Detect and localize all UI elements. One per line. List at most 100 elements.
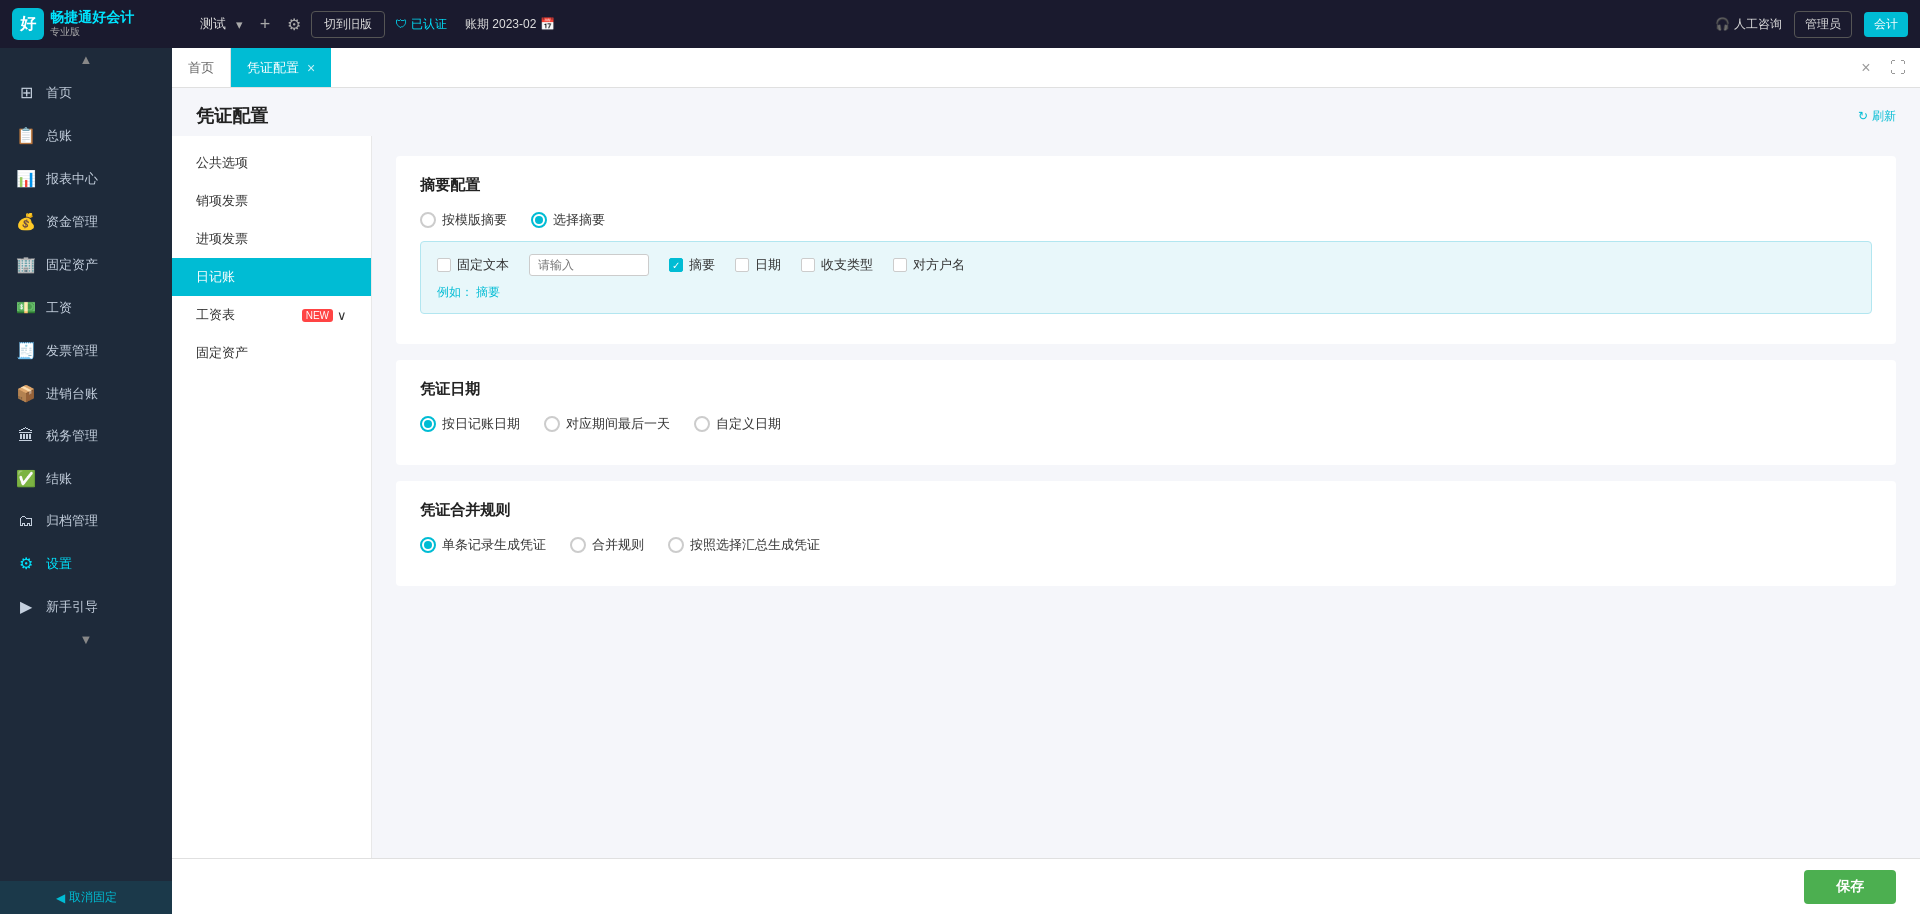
company-dropdown-icon[interactable]: ▾ <box>236 17 243 32</box>
fullscreen-button[interactable]: ⛶ <box>1884 54 1912 82</box>
sidebar-item-funds[interactable]: 💰 资金管理 <box>0 200 172 243</box>
sidebar-item-trade[interactable]: 📦 进销台账 <box>0 372 172 415</box>
salary-icon: 💵 <box>16 298 36 317</box>
left-nav-journal[interactable]: 日记账 <box>172 258 371 296</box>
date-section-title: 凭证日期 <box>420 380 1872 399</box>
save-button[interactable]: 保存 <box>1804 870 1896 904</box>
assets-icon: 🏢 <box>16 255 36 274</box>
date-checkbox[interactable] <box>735 258 749 272</box>
checkbox-fixed-text[interactable]: 固定文本 <box>437 256 509 274</box>
close-window-button[interactable]: × <box>1852 54 1880 82</box>
radio-select-summary[interactable]: 选择摘要 <box>531 211 605 229</box>
main-layout: ▲ ⊞ 首页 📋 总账 📊 报表中心 💰 资金管理 🏢 固定资产 💵 工资 🧾 … <box>0 48 1920 914</box>
tab-bar: 首页 凭证配置 × × ⛶ <box>172 48 1920 88</box>
logo-area: 好 畅捷通好会计 专业版 <box>12 8 182 40</box>
sidebar-item-ledger[interactable]: 📋 总账 <box>0 114 172 157</box>
radio-period-circle <box>544 416 560 432</box>
certified-badge: 🛡 已认证 <box>395 16 447 33</box>
sidebar-item-tax[interactable]: 🏛 税务管理 <box>0 415 172 457</box>
radio-merge-circle <box>570 537 586 553</box>
left-nav-fixed-assets[interactable]: 固定资产 <box>172 334 371 372</box>
summary-checkbox[interactable]: ✓ <box>669 258 683 272</box>
radio-aggregate[interactable]: 按照选择汇总生成凭证 <box>668 536 820 554</box>
radio-template-summary[interactable]: 按模版摘要 <box>420 211 507 229</box>
sidebar-item-assets[interactable]: 🏢 固定资产 <box>0 243 172 286</box>
radio-single-record[interactable]: 单条记录生成凭证 <box>420 536 546 554</box>
left-nav-sales-invoice[interactable]: 销项发票 <box>172 182 371 220</box>
sidebar: ▲ ⊞ 首页 📋 总账 📊 报表中心 💰 资金管理 🏢 固定资产 💵 工资 🧾 … <box>0 48 172 914</box>
admin-button[interactable]: 管理员 <box>1794 11 1852 38</box>
logo-text: 畅捷通好会计 专业版 <box>50 9 134 40</box>
topbar-right: 🎧 人工咨询 管理员 会计 <box>1715 11 1908 38</box>
settings-gear-icon[interactable]: ⚙ <box>287 15 301 34</box>
income-type-checkbox[interactable] <box>801 258 815 272</box>
company-name: 测试 <box>200 15 226 33</box>
refresh-button[interactable]: ↻ 刷新 <box>1858 108 1896 125</box>
radio-single-circle <box>420 537 436 553</box>
sidebar-item-close-account[interactable]: ✅ 结账 <box>0 457 172 500</box>
shield-icon: 🛡 <box>395 17 407 31</box>
example-text: 例如： 摘要 <box>437 284 1855 301</box>
radio-journal-circle <box>420 416 436 432</box>
fixed-text-checkbox[interactable] <box>437 258 451 272</box>
sidebar-item-reports[interactable]: 📊 报表中心 <box>0 157 172 200</box>
config-panel-inner: 摘要配置 按模版摘要 选择摘要 <box>372 136 1920 622</box>
sidebar-item-salary[interactable]: 💵 工资 <box>0 286 172 329</box>
content-area: 首页 凭证配置 × × ⛶ 凭证配置 ↻ 刷新 公共选项 <box>172 48 1920 914</box>
sidebar-item-guide[interactable]: ▶ 新手引导 <box>0 585 172 628</box>
radio-aggregate-circle <box>668 537 684 553</box>
funds-icon: 💰 <box>16 212 36 231</box>
left-nav-purchase-invoice[interactable]: 进项发票 <box>172 220 371 258</box>
old-version-button[interactable]: 切到旧版 <box>311 11 385 38</box>
logo-icon: 好 <box>12 8 44 40</box>
tab-close-icon[interactable]: × <box>307 60 315 76</box>
sidebar-scroll-down[interactable]: ▼ <box>0 628 172 651</box>
pin-icon: ◀ <box>56 891 65 905</box>
sidebar-item-archive[interactable]: 🗂 归档管理 <box>0 500 172 542</box>
fixed-text-input[interactable] <box>529 254 649 276</box>
reports-icon: 📊 <box>16 169 36 188</box>
calendar-icon[interactable]: 📅 <box>540 17 555 31</box>
radio-custom-date[interactable]: 自定义日期 <box>694 415 781 433</box>
left-nav-payroll[interactable]: 工资表 NEW ∨ <box>172 296 371 334</box>
accountant-button[interactable]: 会计 <box>1864 12 1908 37</box>
summary-section-title: 摘要配置 <box>420 176 1872 195</box>
date-section: 凭证日期 按日记账日期 对应期间最后一天 <box>396 360 1896 465</box>
tab-home[interactable]: 首页 <box>172 48 231 87</box>
radio-journal-date[interactable]: 按日记账日期 <box>420 415 520 433</box>
left-nav-public[interactable]: 公共选项 <box>172 144 371 182</box>
merge-section: 凭证合并规则 单条记录生成凭证 合并规则 <box>396 481 1896 586</box>
guide-icon: ▶ <box>16 597 36 616</box>
summary-section: 摘要配置 按模版摘要 选择摘要 <box>396 156 1896 344</box>
sidebar-item-settings[interactable]: ⚙ 设置 <box>0 542 172 585</box>
checkbox-row: 固定文本 ✓ 摘要 日期 <box>437 254 1855 276</box>
home-icon: ⊞ <box>16 83 36 102</box>
tab-voucher-config[interactable]: 凭证配置 × <box>231 48 331 87</box>
settings-icon: ⚙ <box>16 554 36 573</box>
merge-radio-group: 单条记录生成凭证 合并规则 按照选择汇总生成凭证 <box>420 536 1872 554</box>
checkbox-counterparty[interactable]: 对方户名 <box>893 256 965 274</box>
headset-icon: 🎧 <box>1715 17 1730 31</box>
page-title: 凭证配置 <box>196 104 268 128</box>
cancel-fixed-button[interactable]: ◀ 取消固定 <box>0 881 172 914</box>
chevron-down-icon: ∨ <box>337 308 347 323</box>
radio-merge-rule[interactable]: 合并规则 <box>570 536 644 554</box>
checkbox-date[interactable]: 日期 <box>735 256 781 274</box>
sidebar-scroll-up[interactable]: ▲ <box>0 48 172 71</box>
add-button[interactable]: + <box>253 14 277 35</box>
radio-custom-circle <box>694 416 710 432</box>
left-nav: 公共选项 销项发票 进项发票 日记账 工资表 NEW ∨ <box>172 136 372 858</box>
merge-section-title: 凭证合并规则 <box>420 501 1872 520</box>
new-badge: NEW <box>302 309 333 322</box>
sidebar-item-home[interactable]: ⊞ 首页 <box>0 71 172 114</box>
checkbox-income-type[interactable]: 收支类型 <box>801 256 873 274</box>
counterparty-checkbox[interactable] <box>893 258 907 272</box>
sidebar-item-invoice[interactable]: 🧾 发票管理 <box>0 329 172 372</box>
radio-period-last-day[interactable]: 对应期间最后一天 <box>544 415 670 433</box>
checkbox-summary[interactable]: ✓ 摘要 <box>669 256 715 274</box>
consult-button[interactable]: 🎧 人工咨询 <box>1715 16 1782 33</box>
page-inner: 公共选项 销项发票 进项发票 日记账 工资表 NEW ∨ <box>172 136 1920 858</box>
config-panel: 摘要配置 按模版摘要 选择摘要 <box>372 136 1920 858</box>
summary-radio-group: 按模版摘要 选择摘要 <box>420 211 1872 229</box>
trade-icon: 📦 <box>16 384 36 403</box>
